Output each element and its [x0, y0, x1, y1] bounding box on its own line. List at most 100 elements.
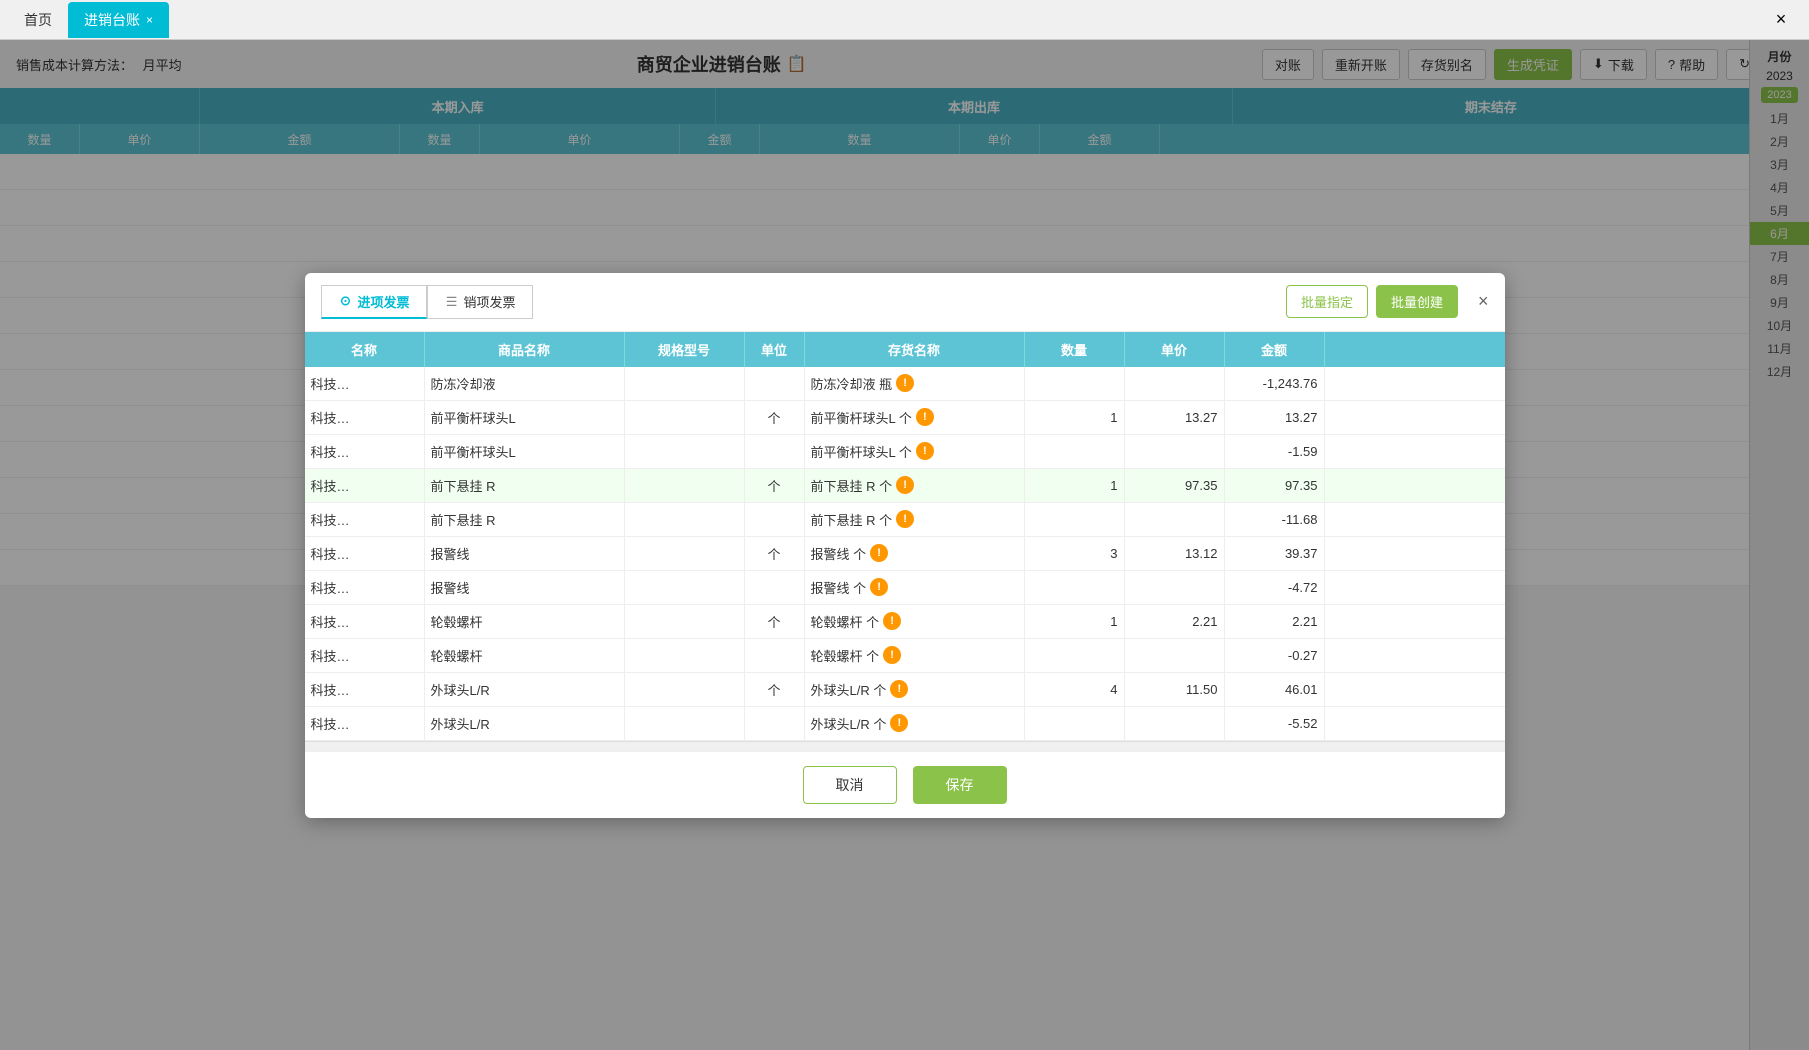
cell-amount: -5.52 [1225, 707, 1325, 740]
cell-unit: 个 [745, 401, 805, 434]
batch-create-button[interactable]: 批量创建 [1376, 285, 1458, 318]
col-header-qty: 数量 [1025, 332, 1125, 367]
cell-spec [625, 367, 745, 400]
cell-amount: 46.01 [1225, 673, 1325, 706]
tab-ledger[interactable]: 进销台账 × [68, 2, 169, 38]
cell-name: 科技… [305, 571, 425, 604]
batch-assign-button[interactable]: 批量指定 [1286, 285, 1368, 318]
table-row: 科技… 报警线 报警线 个 ! -4.72 [305, 571, 1505, 605]
col-header-stock: 存货名称 [805, 332, 1025, 367]
cell-amount: 2.21 [1225, 605, 1325, 638]
modal-footer: 取消 保存 [305, 751, 1505, 818]
warning-icon: ! [896, 476, 914, 494]
cell-price: 13.27 [1125, 401, 1225, 434]
cell-stock: 防冻冷却液 瓶 ! [805, 367, 1025, 400]
cell-price [1125, 503, 1225, 536]
col-header-spec: 规格型号 [625, 332, 745, 367]
cell-product: 前下悬挂 R [425, 469, 625, 502]
cell-stock: 前平衡杆球头L 个 ! [805, 435, 1025, 468]
window-close-button[interactable]: × [1761, 0, 1801, 40]
col-header-unit: 单位 [745, 332, 805, 367]
cell-price [1125, 639, 1225, 672]
cell-qty: 4 [1025, 673, 1125, 706]
save-button[interactable]: 保存 [913, 766, 1007, 804]
cell-amount: 39.37 [1225, 537, 1325, 570]
cell-qty [1025, 571, 1125, 604]
table-row: 科技… 轮毂螺杆 个 轮毂螺杆 个 ! 1 2.21 2.21 [305, 605, 1505, 639]
cell-price [1125, 707, 1225, 740]
col-header-name: 名称 [305, 332, 425, 367]
cell-qty [1025, 639, 1125, 672]
cell-product: 前下悬挂 R [425, 503, 625, 536]
warning-icon: ! [916, 442, 934, 460]
cancel-button[interactable]: 取消 [803, 766, 897, 804]
warning-icon: ! [890, 680, 908, 698]
warning-icon: ! [883, 612, 901, 630]
cell-qty: 1 [1025, 401, 1125, 434]
cell-qty [1025, 503, 1125, 536]
modal-close-button[interactable]: × [1478, 291, 1489, 312]
table-row: 科技… 报警线 个 报警线 个 ! 3 13.12 39.37 [305, 537, 1505, 571]
cell-qty [1025, 707, 1125, 740]
warning-icon: ! [883, 646, 901, 664]
col-header-amount: 金额 [1225, 332, 1325, 367]
cell-spec [625, 401, 745, 434]
cell-spec [625, 435, 745, 468]
cell-amount: 13.27 [1225, 401, 1325, 434]
modal-tabs: ⊙ 进项发票 ☰ 销项发票 [321, 285, 533, 319]
cell-unit [745, 571, 805, 604]
cell-stock: 报警线 个 ! [805, 537, 1025, 570]
col-header-price: 单价 [1125, 332, 1225, 367]
cell-name: 科技… [305, 707, 425, 740]
sales-invoice-icon: ☰ [444, 294, 460, 310]
cell-spec [625, 707, 745, 740]
cell-amount: -11.68 [1225, 503, 1325, 536]
table-row: 科技… 外球头L/R 外球头L/R 个 ! -5.52 [305, 707, 1505, 741]
tab-sales-invoice[interactable]: ☰ 销项发票 [427, 285, 533, 319]
cell-stock: 外球头L/R 个 ! [805, 673, 1025, 706]
cell-stock: 轮毂螺杆 个 ! [805, 639, 1025, 672]
cell-price: 13.12 [1125, 537, 1225, 570]
cell-stock: 报警线 个 ! [805, 571, 1025, 604]
cell-amount: -1.59 [1225, 435, 1325, 468]
table-row: 科技… 外球头L/R 个 外球头L/R 个 ! 4 11.50 46.01 [305, 673, 1505, 707]
warning-icon: ! [870, 578, 888, 596]
purchase-invoice-icon: ⊙ [338, 293, 354, 309]
cell-product: 前平衡杆球头L [425, 435, 625, 468]
tab-close-icon[interactable]: × [146, 13, 153, 27]
table-row: 科技… 轮毂螺杆 轮毂螺杆 个 ! -0.27 [305, 639, 1505, 673]
cell-spec [625, 673, 745, 706]
cell-product: 轮毂螺杆 [425, 639, 625, 672]
horizontal-scrollbar[interactable] [305, 741, 1505, 751]
cell-name: 科技… [305, 435, 425, 468]
cell-product: 报警线 [425, 571, 625, 604]
modal-table: 名称 商品名称 规格型号 单位 存货名称 数量 单价 金额 科技… 防冻冷却液 … [305, 332, 1505, 741]
cell-name: 科技… [305, 503, 425, 536]
cell-spec [625, 503, 745, 536]
warning-icon: ! [870, 544, 888, 562]
cell-unit: 个 [745, 469, 805, 502]
tab-purchase-invoice[interactable]: ⊙ 进项发票 [321, 285, 427, 319]
cell-stock: 前下悬挂 R 个 ! [805, 469, 1025, 502]
modal-dialog: ⊙ 进项发票 ☰ 销项发票 批量指定 批量创建 × [305, 273, 1505, 818]
cell-product: 报警线 [425, 537, 625, 570]
cell-product: 外球头L/R [425, 707, 625, 740]
cell-qty [1025, 367, 1125, 400]
cell-name: 科技… [305, 367, 425, 400]
cell-price: 2.21 [1125, 605, 1225, 638]
cell-price: 97.35 [1125, 469, 1225, 502]
cell-amount: -1,243.76 [1225, 367, 1325, 400]
table-row: 科技… 前平衡杆球头L 前平衡杆球头L 个 ! -1.59 [305, 435, 1505, 469]
modal-header-buttons: 批量指定 批量创建 [1286, 285, 1458, 318]
cell-stock: 外球头L/R 个 ! [805, 707, 1025, 740]
cell-name: 科技… [305, 639, 425, 672]
modal-header: ⊙ 进项发票 ☰ 销项发票 批量指定 批量创建 × [305, 273, 1505, 332]
cell-name: 科技… [305, 605, 425, 638]
cell-amount: -4.72 [1225, 571, 1325, 604]
table-row: 科技… 前平衡杆球头L 个 前平衡杆球头L 个 ! 1 13.27 13.27 [305, 401, 1505, 435]
warning-icon: ! [890, 714, 908, 732]
cell-unit [745, 367, 805, 400]
tab-home[interactable]: 首页 [8, 2, 68, 38]
cell-qty: 3 [1025, 537, 1125, 570]
modal-table-header: 名称 商品名称 规格型号 单位 存货名称 数量 单价 金额 [305, 332, 1505, 367]
